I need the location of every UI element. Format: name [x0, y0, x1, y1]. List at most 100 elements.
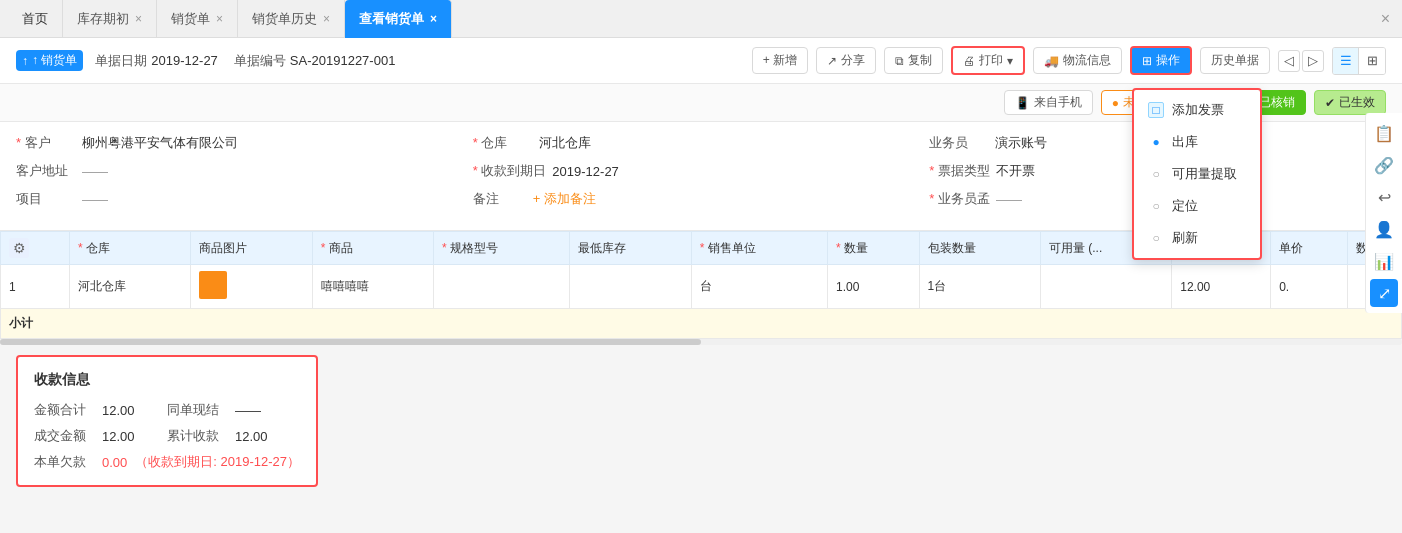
row-product: 嘻嘻嘻嘻	[312, 265, 433, 309]
from-phone-button[interactable]: 📱 来自手机	[1004, 90, 1093, 115]
view-toggle: ☰ ⊞	[1332, 47, 1386, 75]
locate-label: 定位	[1172, 197, 1198, 215]
tab-close-sales[interactable]: ×	[216, 12, 223, 26]
payment-section: 收款信息 金额合计 12.00 同单现结 —— 成交金额 12.00 累计收款 …	[16, 355, 318, 487]
total-label: 金额合计	[34, 401, 94, 419]
right-sidebar: 📋 🔗 ↩ 👤 📊 ⤢	[1365, 113, 1402, 313]
row-product-img	[191, 265, 312, 309]
row-price: 0.	[1271, 265, 1348, 309]
salesperson2-label: 业务员孟	[929, 190, 990, 208]
tab-sales-history[interactable]: 销货单历史 ×	[238, 0, 345, 38]
grid-view-button[interactable]: ⊞	[1359, 48, 1385, 74]
cumulative-label: 累计收款	[167, 427, 227, 445]
cumulative-row: 累计收款 12.00	[167, 427, 300, 445]
salesperson-label: 业务员	[929, 134, 989, 152]
tab-close-sales-history[interactable]: ×	[323, 12, 330, 26]
row-available	[1040, 265, 1171, 309]
tab-home[interactable]: 首页	[8, 0, 63, 38]
row-unit: 台	[691, 265, 827, 309]
window-close-button[interactable]: ×	[1381, 10, 1390, 28]
deal-value: 12.00	[102, 429, 135, 444]
sidebar-link-icon[interactable]: 🔗	[1370, 151, 1398, 179]
col-warehouse: 仓库	[70, 232, 191, 265]
tab-bar: 首页 库存期初 × 销货单 × 销货单历史 × 查看销货单 × ×	[0, 0, 1402, 38]
add-invoice-label: 添加发票	[1172, 101, 1224, 119]
tab-sales[interactable]: 销货单 ×	[157, 0, 238, 38]
project-label: 项目	[16, 190, 76, 208]
tab-close-view-sales[interactable]: ×	[430, 12, 437, 26]
tab-view-sales[interactable]: 查看销货单 ×	[345, 0, 452, 38]
table-row: 1 河北仓库 嘻嘻嘻嘻 台 1.00 1台 12.00 0.	[1, 265, 1402, 309]
total-row: 金额合计 12.00	[34, 401, 167, 419]
doc-date-label: 单据日期 2019-12-27	[95, 52, 218, 70]
add-note-button[interactable]: + 添加备注	[533, 190, 596, 208]
effective-button[interactable]: ✔ 已生效	[1314, 90, 1386, 115]
settings-icon[interactable]: ⚙	[9, 238, 29, 258]
product-image	[199, 271, 227, 299]
doc-type-label: ↑ 销货单	[32, 52, 77, 69]
doc-header: ↑ ↑ 销货单 单据日期 2019-12-27 单据编号 SA-20191227…	[0, 38, 1402, 84]
col-unit: 销售单位	[691, 232, 827, 265]
row-index: 1	[1, 265, 70, 309]
add-invoice-item[interactable]: □ 添加发票	[1134, 94, 1260, 126]
logistics-button[interactable]: 🚚 物流信息	[1033, 47, 1122, 74]
deal-label: 成交金额	[34, 427, 94, 445]
prev-button[interactable]: ◁	[1278, 50, 1300, 72]
operations-button[interactable]: ⊞ 操作	[1130, 46, 1192, 75]
note-label: 备注	[473, 190, 533, 208]
refresh-icon: ○	[1148, 230, 1164, 246]
tab-close-inventory[interactable]: ×	[135, 12, 142, 26]
available-qty-item[interactable]: ○ 可用量提取	[1134, 158, 1260, 190]
tab-inventory[interactable]: 库存期初 ×	[63, 0, 157, 38]
print-dropdown-icon: ▾	[1007, 54, 1013, 68]
sidebar-chart-icon[interactable]: 📊	[1370, 247, 1398, 275]
address-value: ——	[82, 164, 108, 179]
same-order-label: 同单现结	[167, 401, 227, 419]
sidebar-expand-icon[interactable]: ⤢	[1370, 279, 1398, 307]
list-view-button[interactable]: ☰	[1333, 48, 1359, 74]
copy-button[interactable]: ⧉ 复制	[884, 47, 943, 74]
col-settings: ⚙	[1, 232, 70, 265]
effective-icon: ✔	[1325, 96, 1335, 110]
outbound-item[interactable]: ● 出库	[1134, 126, 1260, 158]
col-pack-qty: 包装数量	[919, 232, 1040, 265]
invoice-icon: □	[1148, 102, 1164, 118]
row-warehouse: 河北仓库	[70, 265, 191, 309]
share-button[interactable]: ↗ 分享	[816, 47, 876, 74]
sidebar-user-icon[interactable]: 👤	[1370, 215, 1398, 243]
warehouse-field: 仓库 河北仓库	[473, 134, 930, 152]
operations-dropdown: □ 添加发票 ● 出库 ○ 可用量提取 ○ 定位 ○ 刷新	[1132, 88, 1262, 260]
col-qty: 数量	[828, 232, 920, 265]
doc-type-badge: ↑ ↑ 销货单	[16, 50, 83, 71]
total-value: 12.00	[102, 403, 135, 418]
project-value: ——	[82, 192, 108, 207]
address-field: 客户地址 ——	[16, 162, 473, 180]
col-product-img: 商品图片	[191, 232, 312, 265]
copy-icon: ⧉	[895, 54, 904, 68]
doc-type-icon: ↑	[22, 54, 28, 68]
next-button[interactable]: ▷	[1302, 50, 1324, 72]
available-qty-icon: ○	[1148, 166, 1164, 182]
doc-meta: 单据日期 2019-12-27 单据编号 SA-20191227-001	[95, 52, 395, 70]
history-button[interactable]: 历史单据	[1200, 47, 1270, 74]
deal-row: 成交金额 12.00	[34, 427, 167, 445]
refresh-label: 刷新	[1172, 229, 1198, 247]
share-icon: ↗	[827, 54, 837, 68]
subtotal-label: 小计	[1, 309, 1402, 339]
sidebar-copy-icon[interactable]: 📋	[1370, 119, 1398, 147]
note-field: 备注 + 添加备注	[473, 190, 930, 208]
refresh-item[interactable]: ○ 刷新	[1134, 222, 1260, 254]
row-stock: 12.00	[1172, 265, 1271, 309]
salesperson-value: 演示账号	[995, 134, 1047, 152]
new-button[interactable]: + 新增	[752, 47, 808, 74]
address-label: 客户地址	[16, 162, 76, 180]
owed-label: 本单欠款	[34, 453, 94, 471]
doc-header-left: ↑ ↑ 销货单 单据日期 2019-12-27 单据编号 SA-20191227…	[16, 50, 395, 71]
row-spec	[434, 265, 570, 309]
ticket-icon: ●	[1112, 96, 1119, 110]
ticket-type-label: 票据类型	[929, 162, 990, 180]
sidebar-return-icon[interactable]: ↩	[1370, 183, 1398, 211]
same-order-value: ——	[235, 403, 261, 418]
print-button[interactable]: 🖨 打印 ▾	[951, 46, 1025, 75]
locate-item[interactable]: ○ 定位	[1134, 190, 1260, 222]
